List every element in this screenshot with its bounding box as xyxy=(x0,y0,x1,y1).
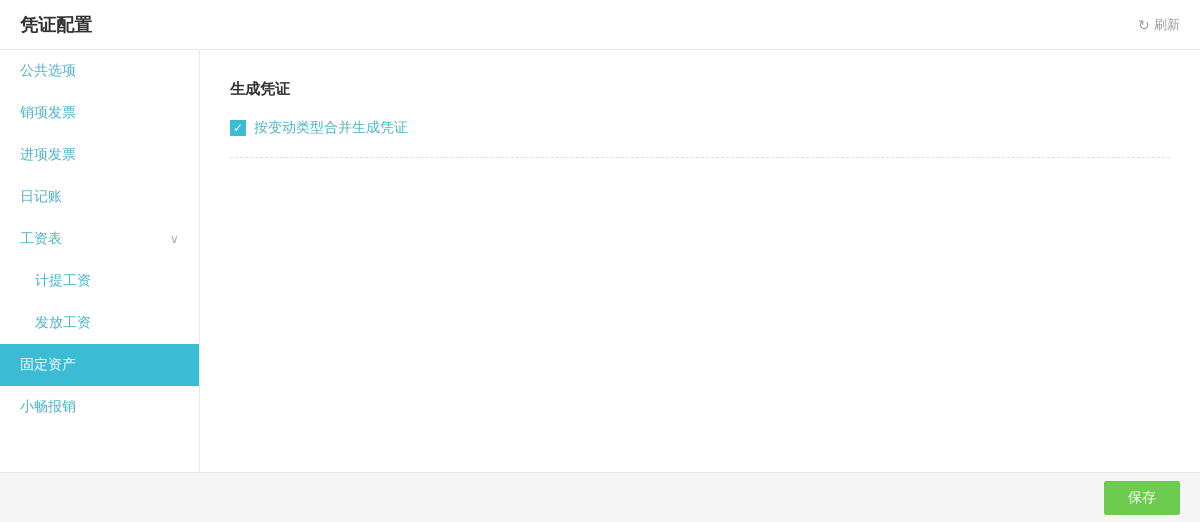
refresh-label: 刷新 xyxy=(1154,16,1180,34)
sidebar-item-label: 小畅报销 xyxy=(20,398,76,416)
chevron-down-icon: ∨ xyxy=(170,232,179,246)
sidebar-item-pay-salary[interactable]: 发放工资 xyxy=(0,302,199,344)
sidebar-item-label: 日记账 xyxy=(20,188,62,206)
merge-by-type-checkbox[interactable] xyxy=(230,120,246,136)
sidebar-item-label: 进项发票 xyxy=(20,146,76,164)
page-wrapper: 凭证配置 ↻ 刷新 公共选项销项发票进项发票日记账工资表 ∨ 计提工资发放工资固定资… xyxy=(0,0,1200,522)
sidebar-item-label: 发放工资 xyxy=(35,314,91,332)
sidebar-item-calc-salary[interactable]: 计提工资 xyxy=(0,260,199,302)
sidebar: 公共选项销项发票进项发票日记账工资表 ∨ 计提工资发放工资固定资产小畅报销 xyxy=(0,50,200,472)
section-divider xyxy=(230,157,1170,158)
sidebar-item-public-options[interactable]: 公共选项 xyxy=(0,50,199,92)
refresh-icon: ↻ xyxy=(1138,17,1150,33)
checkbox-label[interactable]: 按变动类型合并生成凭证 xyxy=(254,119,408,137)
sidebar-item-fixed-assets[interactable]: 固定资产 xyxy=(0,344,199,386)
sidebar-item-label: 公共选项 xyxy=(20,62,76,80)
sidebar-item-journal[interactable]: 日记账 xyxy=(0,176,199,218)
checkbox-row: 按变动类型合并生成凭证 xyxy=(230,119,1170,137)
refresh-button[interactable]: ↻ 刷新 xyxy=(1138,16,1180,34)
sidebar-item-purchase-invoice[interactable]: 进项发票 xyxy=(0,134,199,176)
sidebar-item-sales-invoice[interactable]: 销项发票 xyxy=(0,92,199,134)
section-title: 生成凭证 xyxy=(230,80,1170,99)
sidebar-item-label: 销项发票 xyxy=(20,104,76,122)
sidebar-item-label: 固定资产 xyxy=(20,356,76,374)
save-button[interactable]: 保存 xyxy=(1104,481,1180,515)
header: 凭证配置 ↻ 刷新 xyxy=(0,0,1200,50)
sidebar-item-label: 计提工资 xyxy=(35,272,91,290)
page-title: 凭证配置 xyxy=(20,13,92,37)
sidebar-item-expense-report[interactable]: 小畅报销 xyxy=(0,386,199,428)
sidebar-item-payroll-table[interactable]: 工资表 ∨ xyxy=(0,218,199,260)
body: 公共选项销项发票进项发票日记账工资表 ∨ 计提工资发放工资固定资产小畅报销 生成凭证… xyxy=(0,50,1200,472)
main-content: 生成凭证 按变动类型合并生成凭证 xyxy=(200,50,1200,472)
footer: 保存 xyxy=(0,472,1200,522)
sidebar-item-label: 工资表 xyxy=(20,230,62,248)
